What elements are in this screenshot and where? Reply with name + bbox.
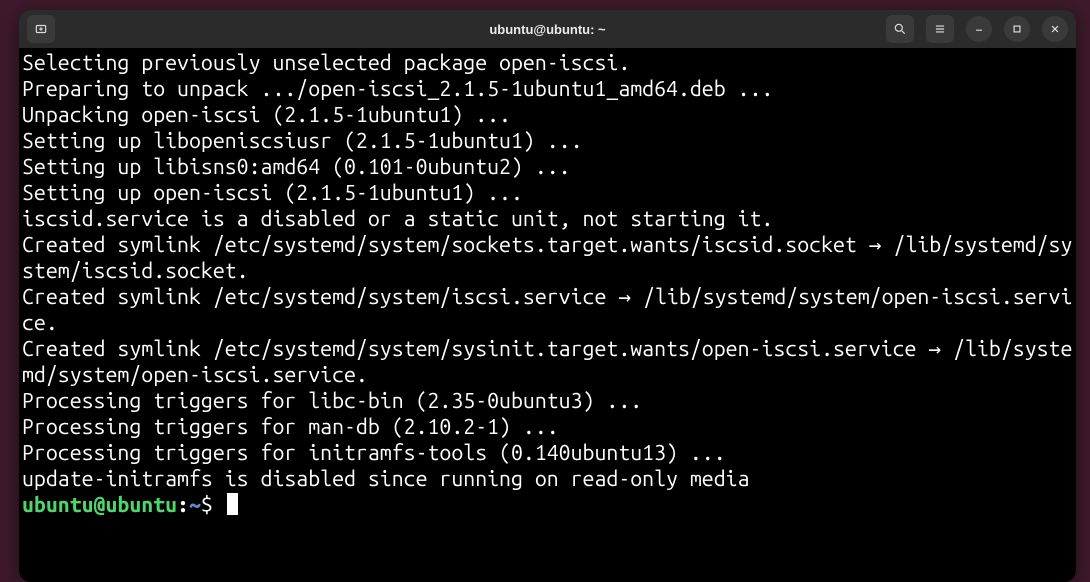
terminal-output-line: Selecting previously unselected package … xyxy=(22,50,1073,76)
prompt-symbol: $ xyxy=(201,493,213,517)
terminal-output-line: Created symlink /etc/systemd/system/iscs… xyxy=(22,284,1073,336)
terminal-output-line: Unpacking open-iscsi (2.1.5-1ubuntu1) ..… xyxy=(22,102,1073,128)
maximize-button[interactable] xyxy=(1004,16,1030,42)
window-title: ubuntu@ubuntu: ~ xyxy=(489,22,605,37)
prompt-colon: : xyxy=(177,493,189,517)
terminal-output-line: Setting up open-iscsi (2.1.5-1ubuntu1) .… xyxy=(22,180,1073,206)
terminal-output-line: Processing triggers for man-db (2.10.2-1… xyxy=(22,414,1073,440)
terminal-output-line: Setting up libisns0:amd64 (0.101-0ubuntu… xyxy=(22,154,1073,180)
terminal-output-line: Setting up libopeniscsiusr (2.1.5-1ubunt… xyxy=(22,128,1073,154)
terminal-output-line: Created symlink /etc/systemd/system/sock… xyxy=(22,232,1073,284)
search-icon xyxy=(893,22,907,36)
menu-button[interactable] xyxy=(926,15,954,43)
terminal-output-line: Preparing to unpack .../open-iscsi_2.1.5… xyxy=(22,76,1073,102)
close-button[interactable] xyxy=(1042,16,1068,42)
prompt-path: ~ xyxy=(189,493,201,517)
terminal-window: ubuntu@ubuntu: ~ xyxy=(19,10,1076,582)
titlebar: ubuntu@ubuntu: ~ xyxy=(19,10,1076,48)
terminal-content[interactable]: Selecting previously unselected package … xyxy=(19,48,1076,582)
minimize-icon xyxy=(972,22,986,36)
new-tab-button[interactable] xyxy=(27,15,55,43)
prompt-user-host: ubuntu@ubuntu xyxy=(22,493,177,517)
cursor xyxy=(227,493,238,515)
terminal-output-line: Processing triggers for libc-bin (2.35-0… xyxy=(22,388,1073,414)
maximize-icon xyxy=(1010,22,1024,36)
new-tab-icon xyxy=(34,22,48,36)
terminal-output: Selecting previously unselected package … xyxy=(22,50,1073,492)
terminal-output-line: update-initramfs is disabled since runni… xyxy=(22,466,1073,492)
minimize-button[interactable] xyxy=(966,16,992,42)
search-button[interactable] xyxy=(886,15,914,43)
terminal-output-line: iscsid.service is a disabled or a static… xyxy=(22,206,1073,232)
close-icon xyxy=(1048,22,1062,36)
hamburger-icon xyxy=(933,22,947,36)
terminal-output-line: Created symlink /etc/systemd/system/sysi… xyxy=(22,336,1073,388)
terminal-output-line: Processing triggers for initramfs-tools … xyxy=(22,440,1073,466)
